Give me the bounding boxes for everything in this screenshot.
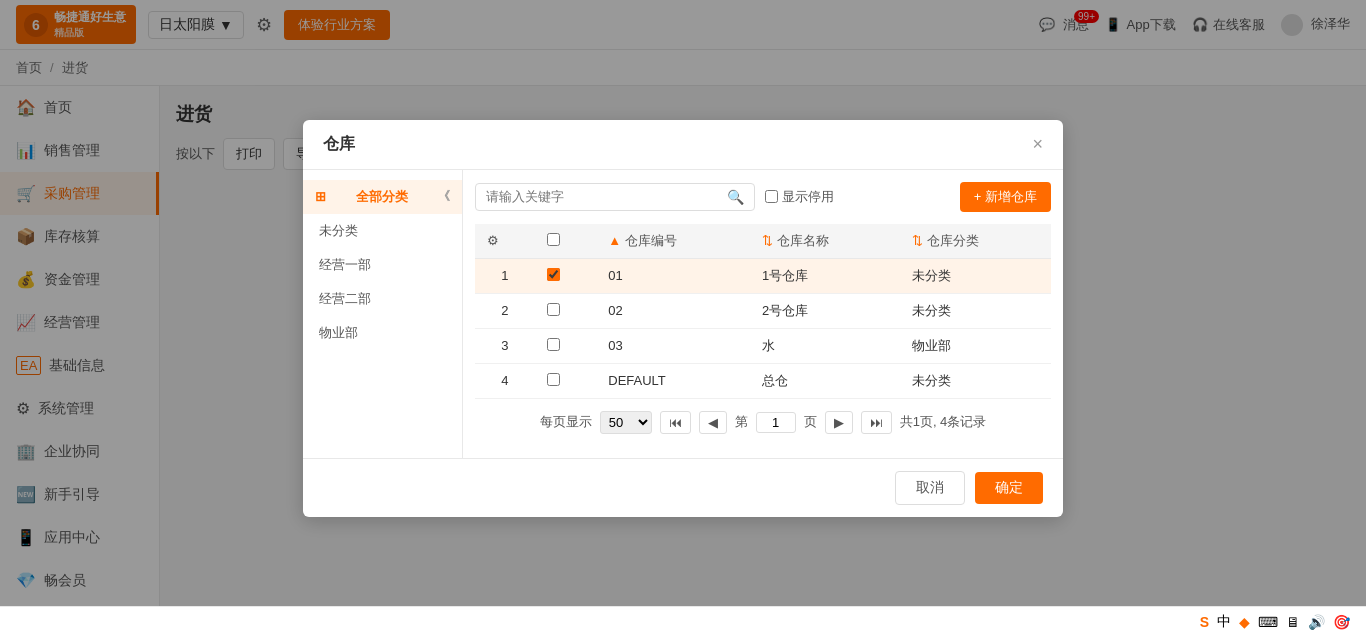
table-row[interactable]: 1 01 1号仓库 未分类 bbox=[475, 258, 1051, 293]
search-icon: 🔍 bbox=[727, 189, 744, 205]
status-icon-dot: ◆ bbox=[1239, 614, 1250, 630]
page-number-input[interactable] bbox=[756, 412, 796, 433]
status-bar: S 中 ◆ ⌨ 🖥 🔊 🎯 bbox=[0, 606, 1366, 636]
modal-overlay: 仓库 × ⊞ 全部分类 《 未分类 经营一部 经营二部 物业部 bbox=[0, 0, 1366, 636]
category-unclassified[interactable]: 未分类 bbox=[303, 214, 462, 248]
warehouse-modal: 仓库 × ⊞ 全部分类 《 未分类 经营一部 经营二部 物业部 bbox=[303, 120, 1063, 517]
col-name[interactable]: ⇅ 仓库名称 bbox=[750, 224, 901, 259]
select-all-checkbox[interactable] bbox=[547, 233, 560, 246]
row-code: 03 bbox=[596, 328, 750, 363]
search-input-wrap: 🔍 bbox=[475, 183, 755, 211]
table-wrapper: ⚙ ▲ 仓库编号 ⇅ 仓库名称 ⇅ 仓库分类 bbox=[475, 224, 1051, 399]
category-ops2[interactable]: 经营二部 bbox=[303, 282, 462, 316]
prev-page-btn[interactable]: ◀ bbox=[699, 411, 727, 434]
row-checkbox[interactable] bbox=[535, 258, 596, 293]
row-num: 1 bbox=[475, 258, 535, 293]
sort-icon3: ⇅ bbox=[912, 233, 923, 248]
keyboard-icon: ⌨ bbox=[1258, 614, 1278, 630]
pagination: 每页显示 50 100 ⏮ ◀ 第 页 ▶ ⏭ 共1页, 4条记录 bbox=[475, 399, 1051, 446]
search-input[interactable] bbox=[486, 189, 721, 204]
row-name: 水 bbox=[750, 328, 901, 363]
cancel-button[interactable]: 取消 bbox=[895, 471, 965, 505]
last-page-btn[interactable]: ⏭ bbox=[861, 411, 892, 434]
sort-icon: ▲ bbox=[608, 233, 621, 248]
search-bar: 🔍 显示停用 + 新增仓库 bbox=[475, 182, 1051, 212]
category-all-label: 全部分类 bbox=[356, 188, 408, 206]
modal-close-btn[interactable]: × bbox=[1032, 134, 1043, 155]
table-row[interactable]: 4 DEFAULT 总仓 未分类 bbox=[475, 363, 1051, 398]
row-checkbox[interactable] bbox=[535, 293, 596, 328]
page-suffix: 页 bbox=[804, 413, 817, 431]
status-icon-s: S bbox=[1200, 614, 1209, 630]
category-property[interactable]: 物业部 bbox=[303, 316, 462, 350]
confirm-button[interactable]: 确定 bbox=[975, 472, 1043, 504]
category-all[interactable]: ⊞ 全部分类 《 bbox=[303, 180, 462, 214]
row-code: 02 bbox=[596, 293, 750, 328]
per-page-select[interactable]: 50 100 bbox=[600, 411, 652, 434]
category-ops1[interactable]: 经营一部 bbox=[303, 248, 462, 282]
warehouse-table: ⚙ ▲ 仓库编号 ⇅ 仓库名称 ⇅ 仓库分类 bbox=[475, 224, 1051, 399]
warehouse-content-panel: 🔍 显示停用 + 新增仓库 ⚙ bbox=[463, 170, 1063, 458]
page-label: 第 bbox=[735, 413, 748, 431]
show-disabled-checkbox[interactable] bbox=[765, 190, 778, 203]
row-num: 2 bbox=[475, 293, 535, 328]
row-category: 未分类 bbox=[900, 293, 1051, 328]
table-header-row: ⚙ ▲ 仓库编号 ⇅ 仓库名称 ⇅ 仓库分类 bbox=[475, 224, 1051, 259]
modal-body: ⊞ 全部分类 《 未分类 经营一部 经营二部 物业部 🔍 bbox=[303, 170, 1063, 458]
modal-header: 仓库 × bbox=[303, 120, 1063, 170]
sort-icon2: ⇅ bbox=[762, 233, 773, 248]
add-warehouse-btn[interactable]: + 新增仓库 bbox=[960, 182, 1051, 212]
row-code: DEFAULT bbox=[596, 363, 750, 398]
row-category: 物业部 bbox=[900, 328, 1051, 363]
table-row[interactable]: 2 02 2号仓库 未分类 bbox=[475, 293, 1051, 328]
modal-title: 仓库 bbox=[323, 134, 355, 155]
row-category: 未分类 bbox=[900, 258, 1051, 293]
total-info: 共1页, 4条记录 bbox=[900, 413, 987, 431]
row-checkbox[interactable] bbox=[535, 363, 596, 398]
table-row[interactable]: 3 03 水 物业部 bbox=[475, 328, 1051, 363]
row-code: 01 bbox=[596, 258, 750, 293]
next-page-btn[interactable]: ▶ bbox=[825, 411, 853, 434]
row-checkbox[interactable] bbox=[535, 328, 596, 363]
col-code[interactable]: ▲ 仓库编号 bbox=[596, 224, 750, 259]
row-num: 3 bbox=[475, 328, 535, 363]
per-page-label: 每页显示 bbox=[540, 413, 592, 431]
first-page-btn[interactable]: ⏮ bbox=[660, 411, 691, 434]
collapse-btn[interactable]: 《 bbox=[438, 188, 450, 205]
category-panel: ⊞ 全部分类 《 未分类 经营一部 经营二部 物业部 bbox=[303, 170, 463, 458]
row-name: 2号仓库 bbox=[750, 293, 901, 328]
category-grid-icon: ⊞ bbox=[315, 189, 326, 204]
volume-icon: 🔊 bbox=[1308, 614, 1325, 630]
col-category[interactable]: ⇅ 仓库分类 bbox=[900, 224, 1051, 259]
show-disabled-label: 显示停用 bbox=[765, 188, 834, 206]
row-name: 总仓 bbox=[750, 363, 901, 398]
col-settings[interactable]: ⚙ bbox=[475, 224, 535, 259]
monitor-icon: 🖥 bbox=[1286, 614, 1300, 630]
target-icon: 🎯 bbox=[1333, 614, 1350, 630]
status-icon-zh: 中 bbox=[1217, 613, 1231, 631]
row-num: 4 bbox=[475, 363, 535, 398]
row-category: 未分类 bbox=[900, 363, 1051, 398]
col-checkbox bbox=[535, 224, 596, 259]
status-icons: S 中 ◆ ⌨ 🖥 🔊 🎯 bbox=[1200, 613, 1350, 631]
modal-footer: 取消 确定 bbox=[303, 458, 1063, 517]
row-name: 1号仓库 bbox=[750, 258, 901, 293]
